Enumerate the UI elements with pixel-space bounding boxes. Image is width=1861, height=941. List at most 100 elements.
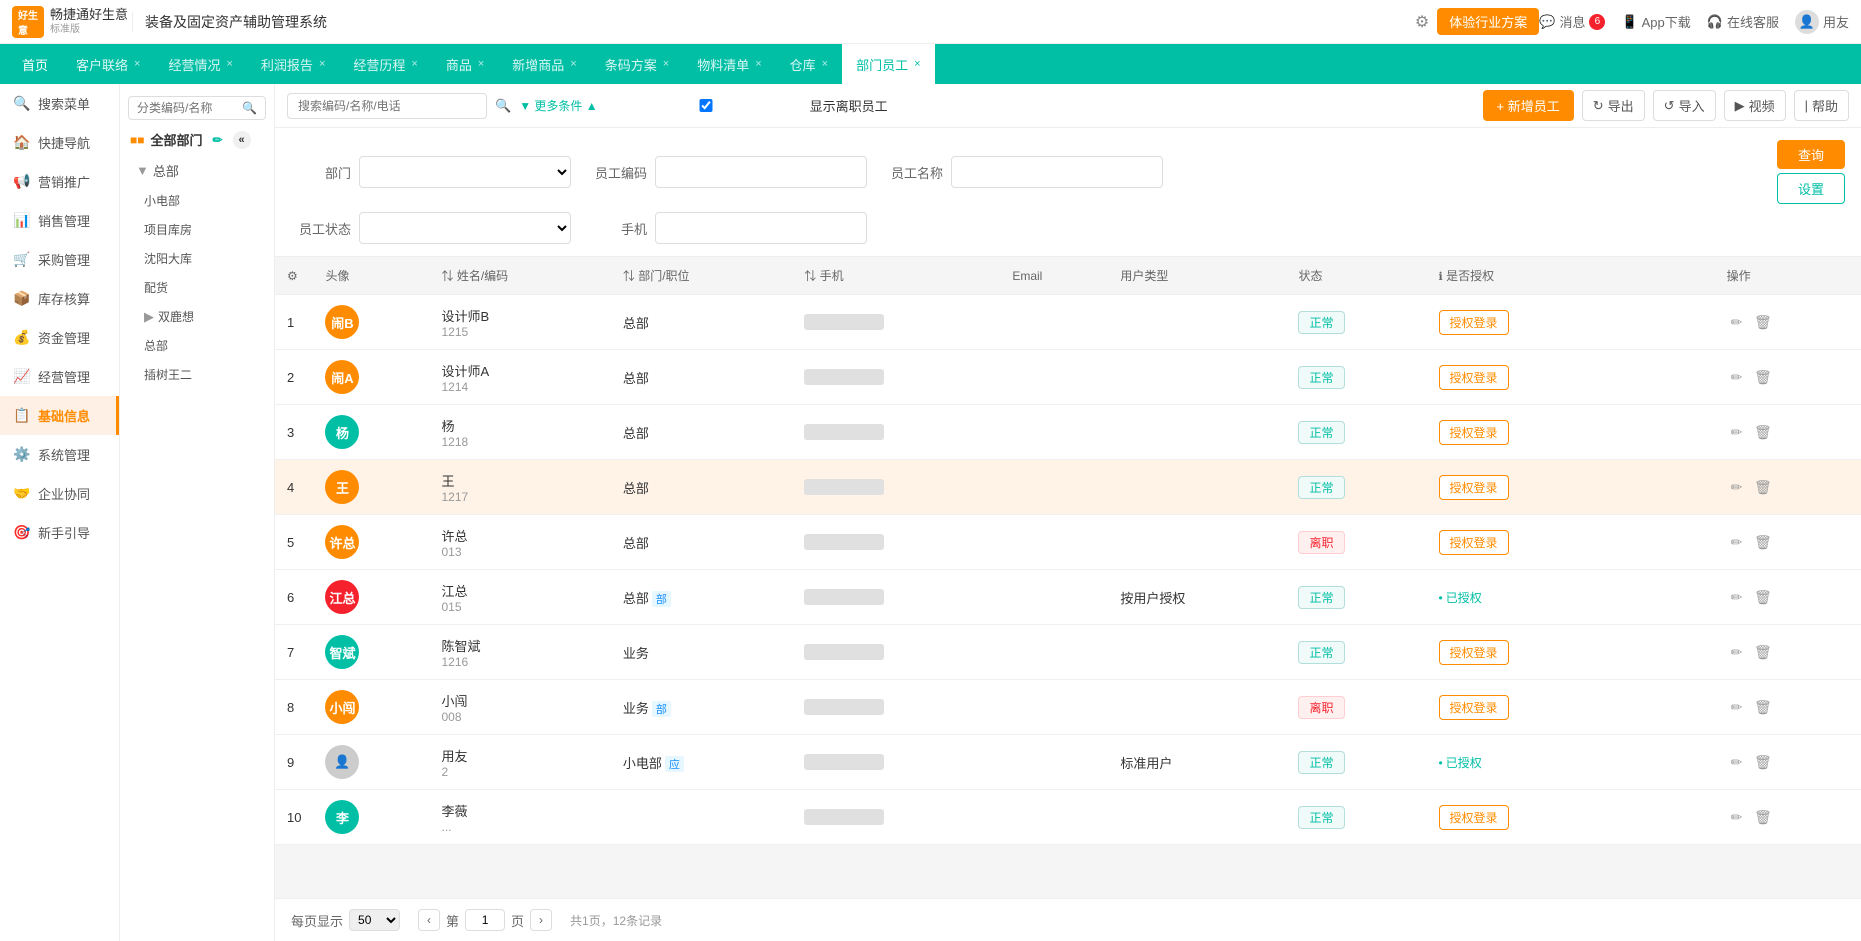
sidebar-item-bizmanage[interactable]: 📈 经营管理 bbox=[0, 357, 119, 396]
dept-item-head2[interactable]: 总部 bbox=[120, 331, 274, 360]
delete-btn[interactable]: 🗑 bbox=[1750, 532, 1776, 553]
delete-btn[interactable]: 🗑 bbox=[1750, 312, 1776, 333]
col-name[interactable]: ⇅ 姓名/编码 bbox=[430, 257, 611, 295]
all-dept-header[interactable]: ■■ 全部部门 ✏ « bbox=[120, 124, 274, 155]
dept-item-shuanglu[interactable]: ▶ 双鹿想 bbox=[120, 302, 274, 331]
close-icon[interactable]: × bbox=[822, 58, 828, 70]
tab-home[interactable]: 首页 bbox=[8, 44, 62, 84]
sidebar-item-collab[interactable]: 🤝 企业协同 bbox=[0, 474, 119, 513]
auth-btn[interactable]: 授权登录 bbox=[1439, 530, 1509, 555]
auth-btn[interactable]: 授权登录 bbox=[1439, 640, 1509, 665]
delete-btn[interactable]: 🗑 bbox=[1750, 422, 1776, 443]
phone-input[interactable] bbox=[655, 212, 867, 244]
close-icon[interactable]: × bbox=[755, 58, 761, 70]
edit-btn[interactable]: ✏ bbox=[1727, 752, 1747, 773]
edit-icon[interactable]: ✏ bbox=[213, 133, 223, 147]
online-service-btn[interactable]: 🎧 在线客服 bbox=[1707, 12, 1779, 31]
auth-btn[interactable]: 授权登录 bbox=[1439, 475, 1509, 500]
close-icon[interactable]: × bbox=[663, 58, 669, 70]
delete-btn[interactable]: 🗑 bbox=[1750, 587, 1776, 608]
auth-btn[interactable]: 授权登录 bbox=[1439, 805, 1509, 830]
auth-btn[interactable]: 授权登录 bbox=[1439, 420, 1509, 445]
col-auth[interactable]: ℹ 是否授权 bbox=[1427, 257, 1615, 295]
collapse-tree-btn[interactable]: « bbox=[233, 131, 251, 149]
delete-btn[interactable]: 🗑 bbox=[1750, 642, 1776, 663]
emp-status-select[interactable] bbox=[359, 212, 571, 244]
col-phone[interactable]: ⇅ 手机 bbox=[792, 257, 1000, 295]
edit-btn[interactable]: ✏ bbox=[1727, 642, 1747, 663]
tab-operation[interactable]: 经营情况 × bbox=[154, 44, 246, 84]
emp-code-input[interactable] bbox=[655, 156, 867, 188]
auth-btn[interactable]: 授权登录 bbox=[1439, 695, 1509, 720]
add-employee-btn[interactable]: + 新增员工 bbox=[1483, 90, 1574, 121]
app-download-btn[interactable]: 📱 App下载 bbox=[1621, 12, 1690, 31]
tab-history[interactable]: 经营历程 × bbox=[339, 44, 431, 84]
close-icon[interactable]: × bbox=[411, 58, 417, 70]
sidebar-item-shortcut[interactable]: 🏠 快捷导航 bbox=[0, 123, 119, 162]
settings-icon[interactable]: ⚙ bbox=[1415, 12, 1429, 32]
show-resign-check[interactable] bbox=[606, 99, 806, 112]
per-page-select[interactable]: 50 100 bbox=[349, 909, 400, 931]
user-btn[interactable]: 👤 用友 bbox=[1795, 10, 1849, 34]
message-btn[interactable]: 💬 消息 6 bbox=[1539, 12, 1605, 31]
show-resign-checkbox[interactable]: 显示离职员工 bbox=[606, 96, 888, 115]
dept-item-project[interactable]: 项目库房 bbox=[120, 215, 274, 244]
sidebar-item-search[interactable]: 🔍 搜索菜单 bbox=[0, 84, 119, 123]
export-btn[interactable]: ↻ 导出 bbox=[1582, 90, 1645, 121]
filter-conditions-btn[interactable]: ▼ 更多条件 ▲ bbox=[519, 97, 597, 114]
query-btn[interactable]: 查询 bbox=[1777, 140, 1845, 169]
close-icon[interactable]: × bbox=[319, 58, 325, 70]
page-input[interactable] bbox=[465, 909, 505, 931]
tab-customer[interactable]: 客户联络 × bbox=[62, 44, 154, 84]
prev-page-btn[interactable]: ‹ bbox=[418, 909, 440, 931]
sidebar-item-finance[interactable]: 💰 资金管理 bbox=[0, 318, 119, 357]
delete-btn[interactable]: 🗑 bbox=[1750, 752, 1776, 773]
help-btn[interactable]: | 帮助 bbox=[1794, 90, 1849, 121]
delete-btn[interactable]: 🗑 bbox=[1750, 367, 1776, 388]
view-btn[interactable]: ▶ 视频 bbox=[1724, 90, 1786, 121]
close-icon[interactable]: × bbox=[478, 58, 484, 70]
edit-btn[interactable]: ✏ bbox=[1727, 807, 1747, 828]
edit-btn[interactable]: ✏ bbox=[1727, 697, 1747, 718]
trial-btn[interactable]: 体验行业方案 bbox=[1437, 8, 1539, 35]
tab-barcode[interactable]: 条码方案 × bbox=[591, 44, 683, 84]
sidebar-item-basicinfo[interactable]: 📋 基础信息 bbox=[0, 396, 119, 435]
dept-item-small-elec[interactable]: 小电部 bbox=[120, 186, 274, 215]
dept-search-icon[interactable]: 🔍 bbox=[242, 101, 257, 115]
tab-profit[interactable]: 利润报告 × bbox=[247, 44, 339, 84]
dept-item-delivery[interactable]: 配货 bbox=[120, 273, 274, 302]
delete-btn[interactable]: 🗑 bbox=[1750, 807, 1776, 828]
close-icon[interactable]: × bbox=[226, 58, 232, 70]
sidebar-item-sales[interactable]: 📊 销售管理 bbox=[0, 201, 119, 240]
set-btn[interactable]: 设置 bbox=[1777, 173, 1845, 204]
sidebar-item-guide[interactable]: 🎯 新手引导 bbox=[0, 513, 119, 552]
search-input[interactable] bbox=[287, 93, 487, 119]
search-btn[interactable]: 🔍 bbox=[495, 98, 511, 114]
edit-btn[interactable]: ✏ bbox=[1727, 587, 1747, 608]
col-settings[interactable]: ⚙ bbox=[275, 257, 313, 295]
edit-btn[interactable]: ✏ bbox=[1727, 477, 1747, 498]
delete-btn[interactable]: 🗑 bbox=[1750, 477, 1776, 498]
auth-btn[interactable]: 授权登录 bbox=[1439, 365, 1509, 390]
delete-btn[interactable]: 🗑 bbox=[1750, 697, 1776, 718]
next-page-btn[interactable]: › bbox=[530, 909, 552, 931]
sidebar-item-system[interactable]: ⚙️ 系统管理 bbox=[0, 435, 119, 474]
dept-item-chashuwang[interactable]: 插树王二 bbox=[120, 360, 274, 389]
edit-btn[interactable]: ✏ bbox=[1727, 312, 1747, 333]
sidebar-item-inventory[interactable]: 📦 库存核算 bbox=[0, 279, 119, 318]
edit-btn[interactable]: ✏ bbox=[1727, 422, 1747, 443]
edit-btn[interactable]: ✏ bbox=[1727, 532, 1747, 553]
tab-new-goods[interactable]: 新增商品 × bbox=[498, 44, 590, 84]
tab-goods[interactable]: 商品 × bbox=[432, 44, 498, 84]
emp-name-input[interactable] bbox=[951, 156, 1163, 188]
sidebar-item-marketing[interactable]: 📢 营销推广 bbox=[0, 162, 119, 201]
close-icon[interactable]: × bbox=[570, 58, 576, 70]
dept-search-input[interactable] bbox=[137, 101, 242, 115]
import-btn[interactable]: ↺ 导入 bbox=[1653, 90, 1716, 121]
sidebar-item-purchase[interactable]: 🛒 采购管理 bbox=[0, 240, 119, 279]
edit-btn[interactable]: ✏ bbox=[1727, 367, 1747, 388]
close-icon[interactable]: × bbox=[914, 58, 920, 70]
tab-warehouse[interactable]: 仓库 × bbox=[776, 44, 842, 84]
dept-item-shenyang[interactable]: 沈阳大库 bbox=[120, 244, 274, 273]
tab-bom[interactable]: 物料清单 × bbox=[683, 44, 775, 84]
